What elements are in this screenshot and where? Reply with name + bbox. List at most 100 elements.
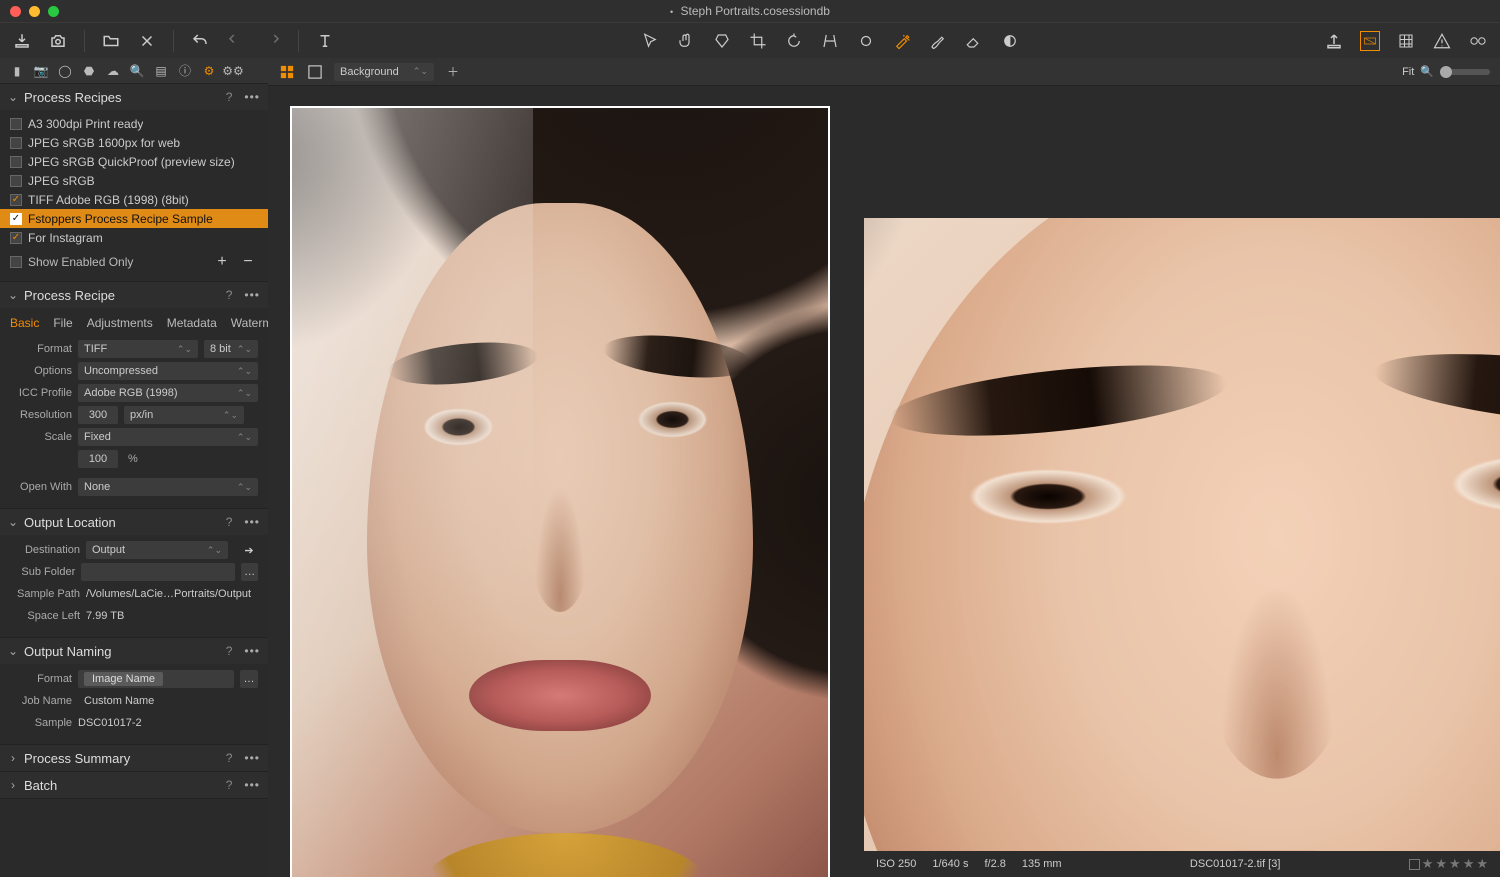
loupe-tool-icon[interactable] bbox=[712, 31, 732, 51]
tab-metadata-icon[interactable]: ⓘ bbox=[178, 64, 192, 78]
panel-header[interactable]: ⌄ Process Recipe ? ••• bbox=[0, 282, 268, 308]
import-icon[interactable] bbox=[12, 31, 32, 51]
icc-select[interactable]: Adobe RGB (1998)⌃⌄ bbox=[78, 384, 258, 402]
minimize-window-button[interactable] bbox=[29, 6, 40, 17]
panel-menu-button[interactable]: ••• bbox=[244, 644, 260, 658]
recipe-tab-metadata[interactable]: Metadata bbox=[167, 316, 217, 330]
before-after-icon[interactable] bbox=[1360, 31, 1380, 51]
star-5[interactable]: ★ bbox=[1476, 856, 1488, 872]
recipe-item[interactable]: TIFF Adobe RGB (1998) (8bit) bbox=[0, 190, 268, 209]
brush-tool-icon[interactable] bbox=[928, 31, 948, 51]
jobname-input[interactable] bbox=[78, 692, 258, 710]
help-button[interactable]: ? bbox=[226, 778, 233, 792]
single-view-button[interactable] bbox=[306, 63, 324, 81]
folder-icon[interactable] bbox=[101, 31, 121, 51]
recipe-item[interactable]: JPEG sRGB QuickProof (preview size) bbox=[0, 152, 268, 171]
recipe-tab-watermark[interactable]: Watermark bbox=[231, 316, 268, 330]
remove-recipe-button[interactable]: − bbox=[238, 253, 258, 271]
rating-control[interactable]: ★ ★ ★ ★ ★ bbox=[1409, 856, 1488, 872]
tab-color-icon[interactable]: ⬣ bbox=[82, 64, 96, 78]
undo-icon[interactable] bbox=[190, 31, 210, 51]
go-to-folder-button[interactable]: ➔ bbox=[240, 541, 258, 559]
panel-header[interactable]: ⌄ Process Recipes ? ••• bbox=[0, 84, 268, 110]
panel-header[interactable]: ⌄ Output Naming ? ••• bbox=[0, 638, 268, 664]
rotate-tool-icon[interactable] bbox=[784, 31, 804, 51]
star-4[interactable]: ★ bbox=[1463, 856, 1475, 872]
export-icon[interactable] bbox=[1324, 31, 1344, 51]
warning-icon[interactable] bbox=[1432, 31, 1452, 51]
recipe-tab-file[interactable]: File bbox=[53, 316, 72, 330]
zoom-slider[interactable] bbox=[1440, 69, 1490, 75]
tab-output-icon[interactable]: ⚙ bbox=[202, 64, 216, 78]
panel-menu-button[interactable]: ••• bbox=[244, 515, 260, 529]
cursor-tool-icon[interactable] bbox=[640, 31, 660, 51]
recipe-tab-adjustments[interactable]: Adjustments bbox=[87, 316, 153, 330]
help-button[interactable]: ? bbox=[226, 90, 233, 104]
background-select[interactable]: Background⌃⌄ bbox=[334, 63, 434, 81]
help-button[interactable]: ? bbox=[226, 515, 233, 529]
star-3[interactable]: ★ bbox=[1449, 856, 1461, 872]
subfolder-input[interactable] bbox=[81, 563, 235, 581]
recipe-checkbox[interactable] bbox=[10, 175, 22, 187]
openwith-select[interactable]: None⌃⌄ bbox=[78, 478, 258, 496]
recipe-checkbox[interactable] bbox=[10, 156, 22, 168]
naming-format-edit-button[interactable]: … bbox=[240, 670, 258, 688]
text-annotation-icon[interactable] bbox=[315, 31, 335, 51]
tab-capture-icon[interactable]: 📷 bbox=[34, 64, 48, 78]
tab-search-icon[interactable]: 🔍 bbox=[130, 64, 144, 78]
panel-header[interactable]: ⌄ Output Location ? ••• bbox=[0, 509, 268, 535]
magic-brush-tool-icon[interactable] bbox=[892, 31, 912, 51]
panel-menu-button[interactable]: ••• bbox=[244, 288, 260, 302]
add-view-button[interactable]: ＋ bbox=[444, 63, 462, 81]
tab-details-icon[interactable]: ▤ bbox=[154, 64, 168, 78]
hand-tool-icon[interactable] bbox=[676, 31, 696, 51]
keystone-tool-icon[interactable] bbox=[820, 31, 840, 51]
color-tag-button[interactable] bbox=[1409, 859, 1420, 870]
panel-menu-button[interactable]: ••• bbox=[244, 751, 260, 765]
recipe-checkbox[interactable] bbox=[10, 118, 22, 130]
close-window-button[interactable] bbox=[10, 6, 21, 17]
redo-step-icon[interactable] bbox=[262, 31, 282, 51]
camera-icon[interactable] bbox=[48, 31, 68, 51]
panel-header[interactable]: › Process Summary ? ••• bbox=[0, 745, 268, 771]
recipe-item[interactable]: A3 300dpi Print ready bbox=[0, 114, 268, 133]
delete-icon[interactable] bbox=[137, 31, 157, 51]
grid-view-button[interactable] bbox=[278, 63, 296, 81]
spot-tool-icon[interactable] bbox=[856, 31, 876, 51]
scale-select[interactable]: Fixed⌃⌄ bbox=[78, 428, 258, 446]
tab-library-icon[interactable]: ▮ bbox=[10, 64, 24, 78]
help-button[interactable]: ? bbox=[226, 751, 233, 765]
recipe-item[interactable]: JPEG sRGB 1600px for web bbox=[0, 133, 268, 152]
tab-exposure-icon[interactable]: ☁ bbox=[106, 64, 120, 78]
gradient-mask-tool-icon[interactable] bbox=[1000, 31, 1020, 51]
star-2[interactable]: ★ bbox=[1435, 856, 1447, 872]
help-button[interactable]: ? bbox=[226, 288, 233, 302]
panel-header[interactable]: › Batch ? ••• bbox=[0, 772, 268, 798]
options-select[interactable]: Uncompressed⌃⌄ bbox=[78, 362, 258, 380]
tab-lens-icon[interactable]: ◯ bbox=[58, 64, 72, 78]
recipe-checkbox[interactable] bbox=[10, 213, 22, 225]
recipe-checkbox[interactable] bbox=[10, 137, 22, 149]
naming-format-field[interactable]: Image Name bbox=[78, 670, 234, 688]
focus-mask-icon[interactable] bbox=[1468, 31, 1488, 51]
destination-select[interactable]: Output⌃⌄ bbox=[86, 541, 228, 559]
recipe-checkbox[interactable] bbox=[10, 232, 22, 244]
recipe-item[interactable]: For Instagram bbox=[0, 228, 268, 247]
maximize-window-button[interactable] bbox=[48, 6, 59, 17]
recipe-item[interactable]: Fstoppers Process Recipe Sample bbox=[0, 209, 268, 228]
detail-preview[interactable] bbox=[864, 218, 1500, 851]
format-select[interactable]: TIFF⌃⌄ bbox=[78, 340, 198, 358]
resolution-input[interactable] bbox=[78, 406, 118, 424]
resolution-unit-select[interactable]: px/in⌃⌄ bbox=[124, 406, 244, 424]
help-button[interactable]: ? bbox=[226, 644, 233, 658]
grid-icon[interactable] bbox=[1396, 31, 1416, 51]
panel-menu-button[interactable]: ••• bbox=[244, 90, 260, 104]
primary-preview[interactable] bbox=[290, 106, 830, 877]
recipe-item[interactable]: JPEG sRGB bbox=[0, 171, 268, 190]
eraser-tool-icon[interactable] bbox=[964, 31, 984, 51]
recipe-checkbox[interactable] bbox=[10, 194, 22, 206]
recipe-tab-basic[interactable]: Basic bbox=[10, 316, 39, 330]
undo-step-icon[interactable] bbox=[226, 31, 246, 51]
show-enabled-only-checkbox[interactable] bbox=[10, 256, 22, 268]
bitdepth-select[interactable]: 8 bit⌃⌄ bbox=[204, 340, 258, 358]
